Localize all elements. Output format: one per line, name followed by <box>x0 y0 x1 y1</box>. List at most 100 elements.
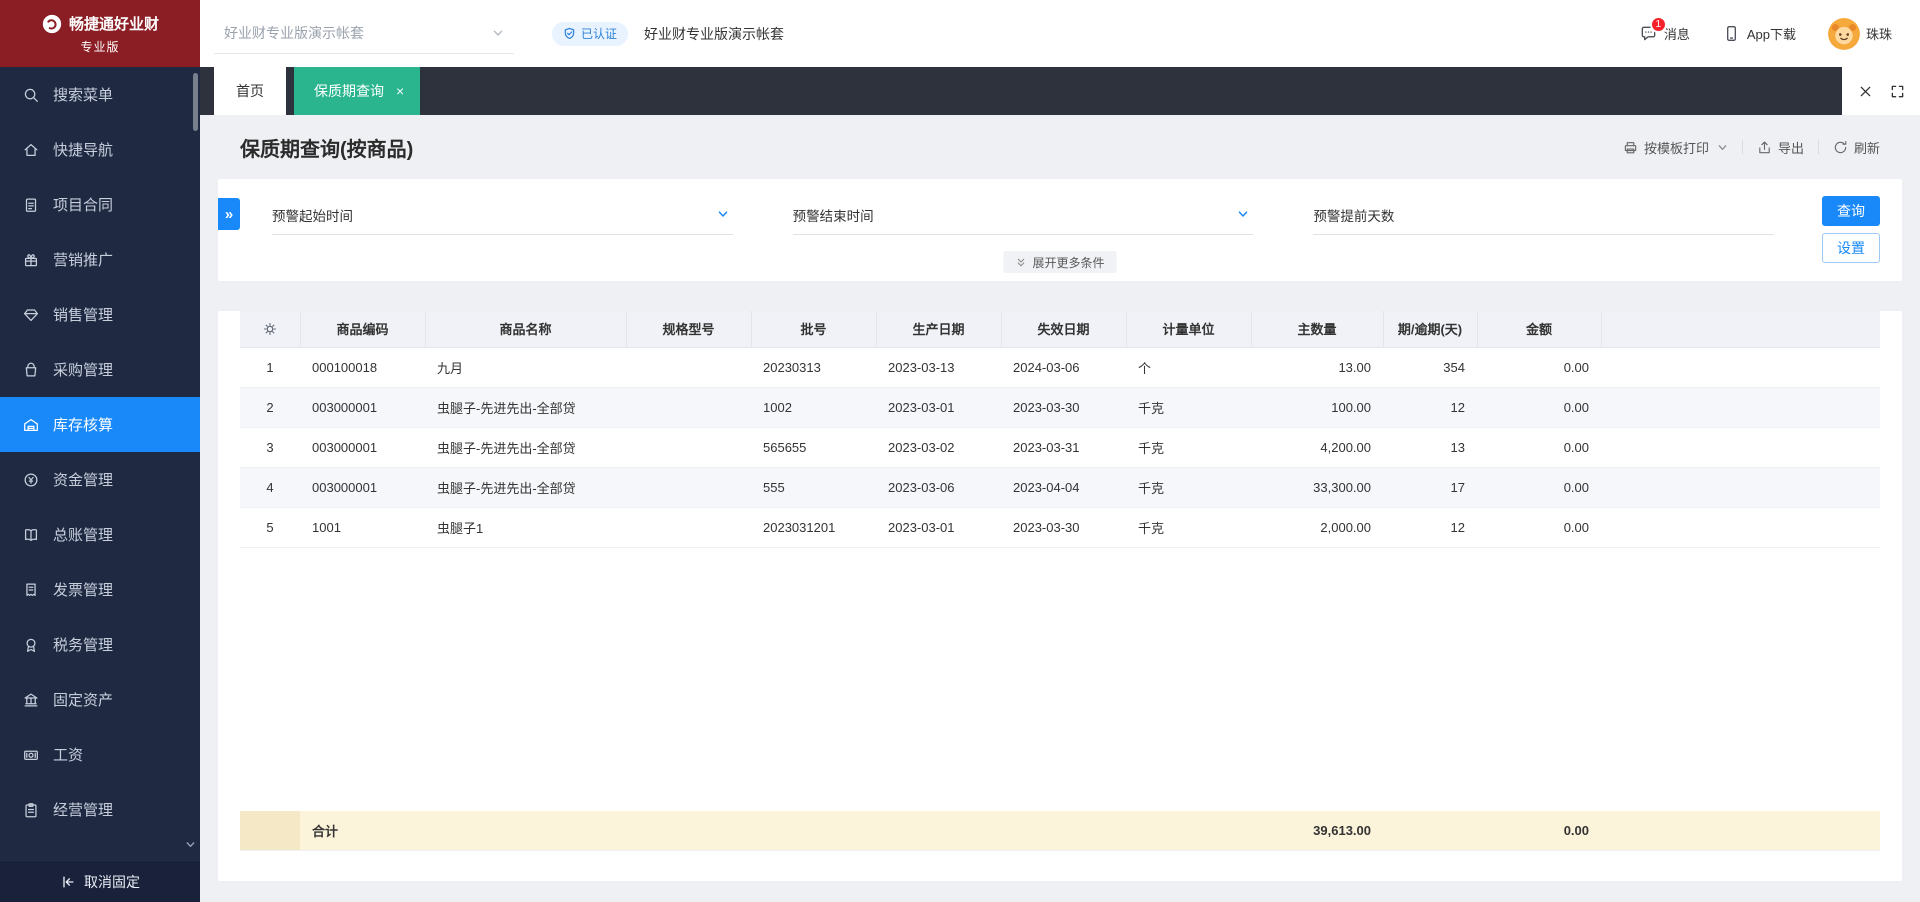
fullscreen-icon[interactable] <box>1890 84 1905 99</box>
sidebar-item-operations[interactable]: 经营管理 <box>0 782 200 837</box>
top-header: 畅捷通好业财 专业版 好业财专业版演示帐套 已认证 好业财专业版演示帐套 1 消… <box>0 0 1920 67</box>
cell-name: 虫腿子-先进先出-全部贷 <box>425 427 626 468</box>
filter-advance-days-field[interactable]: 预警提前天数 <box>1313 201 1775 235</box>
cell-unit: 个 <box>1126 347 1251 388</box>
home-icon <box>22 141 40 159</box>
filter-collapse-button[interactable]: » <box>218 198 240 230</box>
inventory-icon <box>22 416 40 434</box>
cell-filler <box>1601 387 1880 428</box>
cell-batch: 555 <box>751 467 876 508</box>
table-row[interactable]: 5 1001 虫腿子1 2023031201 2023-03-01 2023-03-30 千… <box>240 507 1880 548</box>
sidebar-item-label: 资金管理 <box>53 472 114 489</box>
expand-more-button[interactable]: 展开更多条件 <box>1003 251 1117 273</box>
cell-batch: 2023031201 <box>751 507 876 548</box>
cell-name: 虫腿子-先进先出-全部贷 <box>425 467 626 508</box>
cell-batch: 20230313 <box>751 347 876 388</box>
sidebar-item-search[interactable]: 搜索菜单 <box>0 67 200 122</box>
cell-spec <box>626 467 751 508</box>
table-row[interactable]: 4 003000001 虫腿子-先进先出-全部贷 555 2023-03-06 2023-… <box>240 467 1880 508</box>
chevron-down-icon <box>1237 207 1249 225</box>
sidebar-item-invoice[interactable]: 发票管理 <box>0 562 200 617</box>
cell-row-no: 4 <box>240 467 300 508</box>
col-qty[interactable]: 主数量 <box>1251 311 1384 348</box>
sidebar-item-project-contract[interactable]: 项目合同 <box>0 177 200 232</box>
tab-home[interactable]: 首页 <box>214 67 286 115</box>
sidebar-item-label: 采购管理 <box>53 362 114 379</box>
cell-exp-date: 2023-03-31 <box>1001 427 1126 468</box>
col-filler <box>1601 311 1880 348</box>
cell-days: 13 <box>1383 427 1477 468</box>
table-card: 商品编码 商品名称 规格型号 批号 生产日期 失效日期 计量单位 主数量 期/逾… <box>218 311 1902 881</box>
settings-button[interactable]: 设置 <box>1822 233 1880 263</box>
user-name: 珠珠 <box>1865 27 1892 42</box>
cell-spec <box>626 387 751 428</box>
cell-qty: 2,000.00 <box>1251 507 1383 548</box>
unpin-button[interactable]: 取消固定 <box>0 860 200 902</box>
sidebar-item-funds[interactable]: 资金管理 <box>0 452 200 507</box>
col-exp-date[interactable]: 失效日期 <box>1001 311 1127 348</box>
filter-warning-start-field[interactable]: 预警起始时间 <box>272 201 733 235</box>
cell-code: 003000001 <box>300 427 425 468</box>
sidebar-item-tax[interactable]: 税务管理 <box>0 617 200 672</box>
sidebar-item-label: 固定资产 <box>53 692 114 709</box>
col-name[interactable]: 商品名称 <box>425 311 627 348</box>
sidebar-item-general-ledger[interactable]: 总账管理 <box>0 507 200 562</box>
toolbar-divider <box>1817 140 1819 154</box>
cell-name: 九月 <box>425 347 626 388</box>
cell-amount: 0.00 <box>1477 427 1601 468</box>
cell-code: 003000001 <box>300 467 425 508</box>
cell-days: 12 <box>1383 387 1477 428</box>
table-row[interactable]: 3 003000001 虫腿子-先进先出-全部贷 565655 2023-03-02 20… <box>240 427 1880 468</box>
sidebar-item-label: 营销推广 <box>53 252 114 269</box>
col-prod-date[interactable]: 生产日期 <box>876 311 1002 348</box>
column-settings-button[interactable] <box>240 311 301 348</box>
app-download-button[interactable]: App下载 <box>1722 24 1796 43</box>
operations-icon <box>22 801 40 819</box>
tax-icon <box>22 636 40 654</box>
cell-prod-date: 2023-03-02 <box>876 427 1001 468</box>
sidebar-item-quick-nav[interactable]: 快捷导航 <box>0 122 200 177</box>
cell-row-no: 5 <box>240 507 300 548</box>
col-unit[interactable]: 计量单位 <box>1126 311 1252 348</box>
tab-shelf-life-query[interactable]: 保质期查询 × <box>294 67 421 115</box>
cell-code: 000100018 <box>300 347 425 388</box>
close-all-tabs-icon[interactable] <box>1858 84 1873 99</box>
col-amount[interactable]: 金额 <box>1477 311 1602 348</box>
tab-close-icon[interactable]: × <box>394 83 406 99</box>
sidebar-scroll-down-icon[interactable] <box>185 837 196 855</box>
cell-row-no: 3 <box>240 427 300 468</box>
table-empty-area <box>240 548 1880 811</box>
total-label: 合计 <box>300 810 425 851</box>
page-toolbar: 按模板打印 导出 刷新 <box>1623 138 1880 157</box>
sidebar-item-fixed-assets[interactable]: 固定资产 <box>0 672 200 727</box>
col-batch[interactable]: 批号 <box>751 311 877 348</box>
sidebar-item-inventory[interactable]: 库存核算 <box>0 397 200 452</box>
print-by-template-button[interactable]: 按模板打印 <box>1623 138 1728 157</box>
cell-exp-date: 2023-03-30 <box>1001 387 1126 428</box>
col-days[interactable]: 期/逾期(天) <box>1383 311 1478 348</box>
messages-button[interactable]: 1 消息 <box>1639 16 1690 43</box>
sidebar-item-label: 总账管理 <box>53 527 114 544</box>
filter-warning-end-field[interactable]: 预警结束时间 <box>792 201 1254 235</box>
col-spec[interactable]: 规格型号 <box>626 311 752 348</box>
export-button[interactable]: 导出 <box>1757 138 1804 157</box>
sidebar-item-purchase[interactable]: 采购管理 <box>0 342 200 397</box>
export-icon <box>1759 141 1770 153</box>
sidebar-item-payroll[interactable]: 工资 <box>0 727 200 782</box>
cell-spec <box>626 347 751 388</box>
sidebar-scrollbar-thumb[interactable] <box>193 73 198 131</box>
cell-spec <box>626 427 751 468</box>
refresh-button[interactable]: 刷新 <box>1833 138 1880 157</box>
cell-prod-date: 2023-03-06 <box>876 467 1001 508</box>
col-code[interactable]: 商品编码 <box>300 311 426 348</box>
verified-label: 已认证 <box>581 27 618 41</box>
query-button[interactable]: 查询 <box>1822 196 1880 226</box>
sidebar-item-marketing[interactable]: 营销推广 <box>0 232 200 287</box>
chevron-down-icon <box>717 207 729 225</box>
sidebar-item-sales[interactable]: 销售管理 <box>0 287 200 342</box>
account-select[interactable]: 好业财专业版演示帐套 <box>214 14 514 54</box>
user-menu[interactable]: 珠珠 <box>1827 17 1892 50</box>
table-row[interactable]: 1 000100018 九月 20230313 2023-03-13 2024-03-06… <box>240 347 1880 388</box>
message-count-badge: 1 <box>1649 16 1667 33</box>
table-row[interactable]: 2 003000001 虫腿子-先进先出-全部贷 1002 2023-03-01 2023… <box>240 387 1880 428</box>
